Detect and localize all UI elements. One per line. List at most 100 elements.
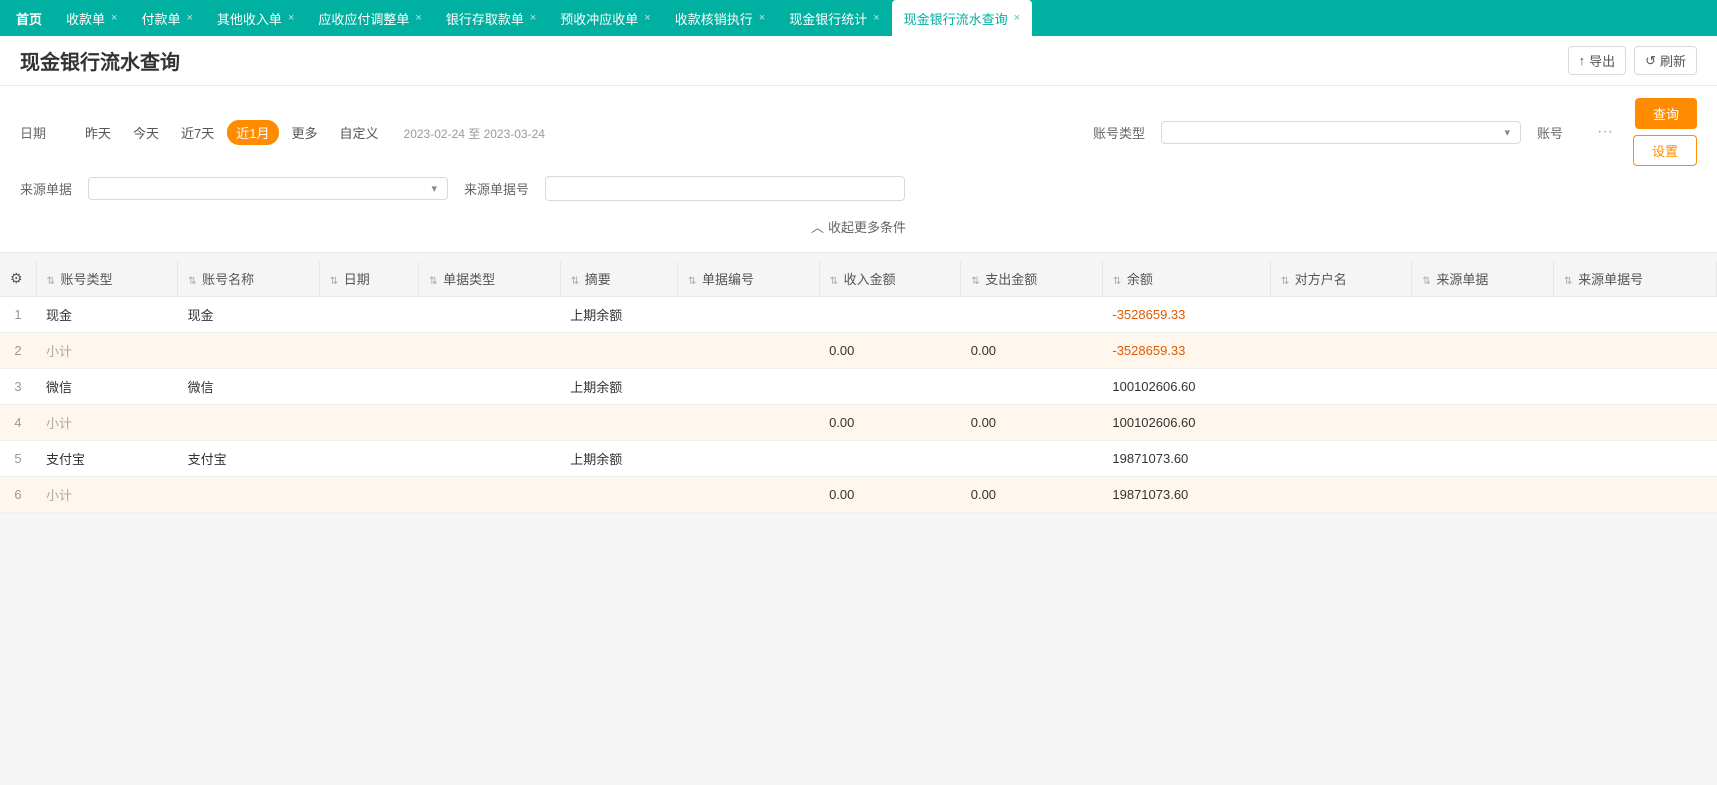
nav-tab-xianjin-tongji[interactable]: 现金银行统计 ×	[777, 0, 891, 36]
cell-source-doc-no	[1554, 333, 1717, 369]
cell-source-doc	[1412, 369, 1554, 405]
cell-source-doc-no	[1554, 441, 1717, 477]
close-icon[interactable]: ×	[111, 12, 117, 24]
col-gear: ⚙	[0, 261, 36, 297]
sort-icon-3[interactable]: ⇅	[330, 276, 338, 287]
sort-icon-7[interactable]: ⇅	[830, 276, 838, 287]
nav-tab-shoukuan[interactable]: 收款单 ×	[54, 0, 129, 36]
cell-source-doc	[1412, 405, 1554, 441]
date-btn-yesterday[interactable]: 昨天	[76, 120, 120, 145]
close-icon[interactable]: ×	[186, 12, 192, 24]
action-buttons: 查询 设置	[1633, 98, 1697, 166]
source-doc-no-input[interactable]	[545, 176, 905, 201]
sort-icon-6[interactable]: ⇅	[688, 276, 696, 287]
table-row: 4 小计 0.00 0.00 100102606.60	[0, 405, 1717, 441]
date-btn-today[interactable]: 今天	[124, 120, 168, 145]
cell-row-num: 1	[0, 297, 36, 333]
cell-doc-no	[677, 333, 819, 369]
collapse-bar[interactable]: ︿ 收起更多条件	[20, 211, 1697, 240]
account-dots[interactable]: ···	[1593, 123, 1617, 141]
nav-tab-yinhang[interactable]: 银行存取款单 ×	[434, 0, 548, 36]
cell-account-type: 支付宝	[36, 441, 178, 477]
cell-summary	[560, 333, 677, 369]
close-icon[interactable]: ×	[415, 12, 421, 24]
close-icon[interactable]: ×	[288, 12, 294, 24]
chevron-down-icon-2: ▾	[431, 182, 437, 195]
cell-balance: -3528659.33	[1102, 297, 1270, 333]
account-type-select[interactable]: ▾	[1161, 121, 1521, 144]
close-icon[interactable]: ×	[1014, 12, 1020, 24]
date-btn-more[interactable]: 更多	[283, 120, 327, 145]
sort-icon-5[interactable]: ⇅	[571, 276, 579, 287]
col-account-type: ⇅ 账号类型	[36, 261, 178, 297]
cell-date	[319, 441, 418, 477]
gear-icon[interactable]: ⚙	[10, 270, 23, 286]
cell-balance: -3528659.33	[1102, 333, 1270, 369]
cell-doc-no	[677, 441, 819, 477]
cell-expense	[961, 297, 1103, 333]
nav-tab-shoukuan-hexiao[interactable]: 收款核销执行 ×	[663, 0, 777, 36]
date-btn-custom[interactable]: 自定义	[331, 120, 388, 145]
sort-icon-11[interactable]: ⇅	[1422, 276, 1430, 287]
close-icon[interactable]: ×	[759, 12, 765, 24]
nav-tab-yushou[interactable]: 预收冲应收单 ×	[548, 0, 662, 36]
cell-account-name	[178, 333, 320, 369]
cell-income	[819, 297, 961, 333]
close-icon[interactable]: ×	[873, 12, 879, 24]
cell-balance: 19871073.60	[1102, 477, 1270, 513]
cell-doc-type	[419, 405, 561, 441]
cell-source-doc-no	[1554, 369, 1717, 405]
sort-icon[interactable]: ⇅	[47, 276, 55, 287]
cell-account-name	[178, 405, 320, 441]
cell-counterpart	[1270, 477, 1412, 513]
cell-row-num: 4	[0, 405, 36, 441]
cell-doc-type	[419, 441, 561, 477]
cell-account-type: 小计	[36, 477, 178, 513]
cell-date	[319, 405, 418, 441]
cell-expense: 0.00	[961, 333, 1103, 369]
cell-doc-no	[677, 405, 819, 441]
sort-icon-4[interactable]: ⇅	[429, 276, 437, 287]
date-btn-7days[interactable]: 近7天	[172, 120, 223, 145]
sort-icon-12[interactable]: ⇅	[1564, 276, 1572, 287]
close-icon[interactable]: ×	[530, 12, 536, 24]
col-counterpart: ⇅ 对方户名	[1270, 261, 1412, 297]
sort-icon-8[interactable]: ⇅	[971, 276, 979, 287]
source-doc-label: 来源单据	[20, 179, 72, 198]
cell-balance: 19871073.60	[1102, 441, 1270, 477]
nav-tab-yingshouyingfu[interactable]: 应收应付调整单 ×	[306, 0, 433, 36]
table-row: 6 小计 0.00 0.00 19871073.60	[0, 477, 1717, 513]
cell-source-doc	[1412, 297, 1554, 333]
col-date: ⇅ 日期	[319, 261, 418, 297]
cell-doc-type	[419, 297, 561, 333]
cell-expense	[961, 441, 1103, 477]
account-label: 账号	[1537, 123, 1577, 142]
nav-tab-fukuan[interactable]: 付款单 ×	[129, 0, 204, 36]
cell-counterpart	[1270, 441, 1412, 477]
cell-income: 0.00	[819, 477, 961, 513]
refresh-button[interactable]: ↺ 刷新	[1634, 46, 1697, 75]
date-btn-1month[interactable]: 近1月	[227, 120, 278, 145]
cell-account-name: 现金	[178, 297, 320, 333]
nav-tab-qita[interactable]: 其他收入单 ×	[205, 0, 306, 36]
refresh-icon: ↺	[1645, 53, 1656, 69]
page-header: 现金银行流水查询 ↑ 导出 ↺ 刷新	[0, 36, 1717, 86]
sort-icon-9[interactable]: ⇅	[1113, 276, 1121, 287]
cell-account-name: 支付宝	[178, 441, 320, 477]
nav-home[interactable]: 首页	[4, 0, 54, 36]
close-icon[interactable]: ×	[644, 12, 650, 24]
account-type-label: 账号类型	[1093, 123, 1145, 142]
sort-icon-2[interactable]: ⇅	[188, 276, 196, 287]
query-button[interactable]: 查询	[1635, 98, 1697, 129]
export-button[interactable]: ↑ 导出	[1568, 46, 1627, 75]
sort-icon-10[interactable]: ⇅	[1281, 276, 1289, 287]
filter-row-date: 日期 昨天 今天 近7天 近1月 更多 自定义 2023-02-24 至 202…	[20, 98, 1697, 166]
nav-tab-xianjin-liushui[interactable]: 现金银行流水查询 ×	[892, 0, 1032, 36]
cell-row-num: 3	[0, 369, 36, 405]
cell-source-doc-no	[1554, 297, 1717, 333]
cell-account-type: 现金	[36, 297, 178, 333]
source-doc-select[interactable]: ▾	[88, 177, 448, 200]
cell-income	[819, 369, 961, 405]
cell-account-type: 小计	[36, 405, 178, 441]
settings-button[interactable]: 设置	[1633, 135, 1697, 166]
